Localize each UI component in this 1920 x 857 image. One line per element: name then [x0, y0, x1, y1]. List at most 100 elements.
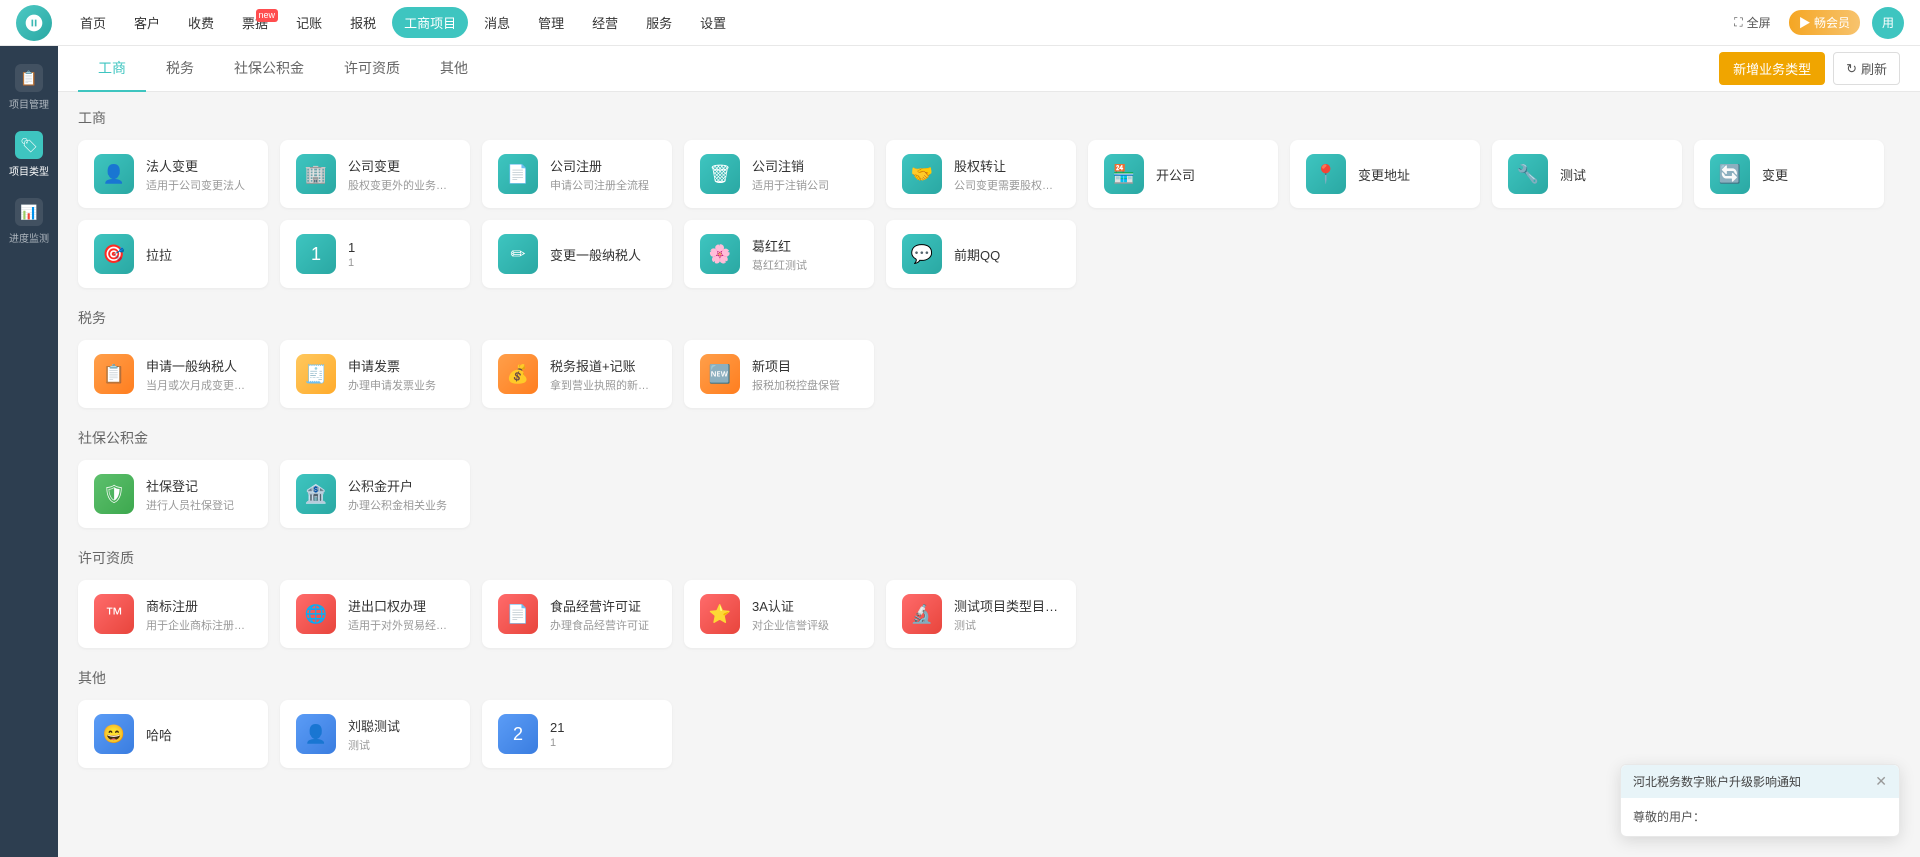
notification-popup: 河北税务数字账户升级影响通知 ✕ 尊敬的用户：: [1620, 764, 1900, 837]
nav-item-首页[interactable]: 首页: [68, 7, 118, 38]
subtab-工商[interactable]: 工商: [78, 46, 146, 92]
card-info: 变更一般纳税人: [550, 245, 656, 264]
app-logo: [16, 5, 52, 41]
card-gongshang-10[interactable]: 1 1 1: [280, 220, 470, 288]
nav-item-服务[interactable]: 服务: [634, 7, 684, 38]
card-info: 新项目 报税加税控盘保管: [752, 356, 858, 393]
notif-close-button[interactable]: ✕: [1875, 773, 1887, 790]
card-icon: 🌐: [296, 594, 336, 634]
section-qita: 其他 😄 哈哈 👤 刘聪测试 测试 2 21 1: [78, 668, 1900, 768]
subtab-社保公积金[interactable]: 社保公积金: [214, 46, 324, 92]
sidebar-label: 项目管理: [9, 96, 49, 111]
card-gongshang-0[interactable]: 👤 法人变更 适用于公司变更法人: [78, 140, 268, 208]
subtab-其他[interactable]: 其他: [420, 46, 488, 92]
card-shuiwu-1[interactable]: 🧾 申请发票 办理申请发票业务: [280, 340, 470, 408]
add-type-button[interactable]: 新增业务类型: [1719, 52, 1825, 85]
card-xuke-3[interactable]: ⭐ 3A认证 对企业信誉评级: [684, 580, 874, 648]
cards-grid-qita: 😄 哈哈 👤 刘聪测试 测试 2 21 1: [78, 700, 1900, 768]
nav-item-消息[interactable]: 消息: [472, 7, 522, 38]
card-info: 申请一般纳税人 当月或次月成变更完成: [146, 356, 252, 393]
sidebar-item-项目管理[interactable]: 📋 项目管理: [0, 56, 58, 119]
card-xuke-1[interactable]: 🌐 进出口权办理 适用于对外贸易经营者: [280, 580, 470, 648]
subtabs-actions: 新增业务类型 ↻ 刷新: [1719, 52, 1900, 85]
subtab-许可资质[interactable]: 许可资质: [324, 46, 420, 92]
card-gongshang-9[interactable]: 🎯 拉拉: [78, 220, 268, 288]
card-info: 食品经营许可证 办理食品经营许可证: [550, 596, 656, 633]
card-info: 法人变更 适用于公司变更法人: [146, 156, 252, 193]
card-desc: 测试: [348, 737, 454, 753]
badge-new: new: [256, 9, 279, 22]
sidebar-item-进度监测[interactable]: 📊 进度监测: [0, 190, 58, 253]
section-gongshang: 工商 👤 法人变更 适用于公司变更法人 🏢 公司变更 股权变更外的业务变更 📄 …: [78, 108, 1900, 288]
card-shebao-1[interactable]: 🏦 公积金开户 办理公积金相关业务: [280, 460, 470, 528]
nav-item-经营[interactable]: 经营: [580, 7, 630, 38]
card-qita-2[interactable]: 2 21 1: [482, 700, 672, 768]
card-desc: 1: [550, 737, 656, 749]
card-info: 社保登记 进行人员社保登记: [146, 476, 252, 513]
card-xuke-0[interactable]: ™ 商标注册 用于企业商标注册服务: [78, 580, 268, 648]
card-gongshang-3[interactable]: 🗑 公司注销 适用于注销公司: [684, 140, 874, 208]
sidebar-icon: 📋: [15, 64, 43, 92]
card-info: 股权转让 公司变更需要股权转让: [954, 156, 1060, 193]
card-icon: 🎯: [94, 234, 134, 274]
card-gongshang-6[interactable]: 📍 变更地址: [1290, 140, 1480, 208]
refresh-button[interactable]: ↻ 刷新: [1833, 52, 1900, 85]
card-gongshang-1[interactable]: 🏢 公司变更 股权变更外的业务变更: [280, 140, 470, 208]
card-gongshang-8[interactable]: 🔄 变更: [1694, 140, 1884, 208]
card-gongshang-12[interactable]: 🌸 葛红红 葛红红测试: [684, 220, 874, 288]
nav-item-设置[interactable]: 设置: [688, 7, 738, 38]
page-content: 工商 👤 法人变更 适用于公司变更法人 🏢 公司变更 股权变更外的业务变更 📄 …: [58, 92, 1920, 804]
card-gongshang-13[interactable]: 💬 前期QQ: [886, 220, 1076, 288]
nav-item-管理[interactable]: 管理: [526, 7, 576, 38]
user-avatar[interactable]: 用: [1872, 7, 1904, 39]
card-info: 公司注销 适用于注销公司: [752, 156, 858, 193]
card-icon: 📋: [94, 354, 134, 394]
card-name: 哈哈: [146, 725, 252, 744]
card-gongshang-4[interactable]: 🤝 股权转让 公司变更需要股权转让: [886, 140, 1076, 208]
card-desc: 测试: [954, 617, 1060, 633]
card-info: 开公司: [1156, 165, 1262, 184]
card-info: 变更: [1762, 165, 1868, 184]
card-gongshang-7[interactable]: 🔧 测试: [1492, 140, 1682, 208]
card-icon: 👤: [296, 714, 336, 754]
card-desc: 葛红红测试: [752, 257, 858, 273]
card-desc: 报税加税控盘保管: [752, 377, 858, 393]
subtabs-bar: 工商税务社保公积金许可资质其他 新增业务类型 ↻ 刷新: [58, 46, 1920, 92]
card-shuiwu-0[interactable]: 📋 申请一般纳税人 当月或次月成变更完成: [78, 340, 268, 408]
vip-button[interactable]: ▶ 畅会员: [1789, 10, 1860, 35]
card-shuiwu-3[interactable]: 🆕 新项目 报税加税控盘保管: [684, 340, 874, 408]
nav-item-票据[interactable]: 票据new: [230, 7, 280, 38]
card-gongshang-5[interactable]: 🏪 开公司: [1088, 140, 1278, 208]
card-info: 21 1: [550, 720, 656, 749]
card-name: 进出口权办理: [348, 596, 454, 615]
card-info: 商标注册 用于企业商标注册服务: [146, 596, 252, 633]
nav-item-客户[interactable]: 客户: [122, 7, 172, 38]
card-xuke-2[interactable]: 📄 食品经营许可证 办理食品经营许可证: [482, 580, 672, 648]
card-shuiwu-2[interactable]: 💰 税务报道+记账 拿到营业执照的新公司: [482, 340, 672, 408]
card-icon: 💬: [902, 234, 942, 274]
nav-item-报税[interactable]: 报税: [338, 7, 388, 38]
card-name: 葛红红: [752, 236, 858, 255]
card-shebao-0[interactable]: 🛡 社保登记 进行人员社保登记: [78, 460, 268, 528]
nav-item-工商项目[interactable]: 工商项目: [392, 7, 468, 38]
card-info: 1 1: [348, 240, 454, 269]
fullscreen-icon: ⛶: [1734, 15, 1742, 30]
section-title-gongshang: 工商: [78, 108, 1900, 128]
card-info: 公司注册 申请公司注册全流程: [550, 156, 656, 193]
card-icon: 🌸: [700, 234, 740, 274]
card-gongshang-2[interactable]: 📄 公司注册 申请公司注册全流程: [482, 140, 672, 208]
card-xuke-4[interactable]: 🔬 测试项目类型目定义 测试: [886, 580, 1076, 648]
sidebar-item-项目类型[interactable]: 🏷 项目类型: [0, 123, 58, 186]
nav-item-收费[interactable]: 收费: [176, 7, 226, 38]
card-gongshang-11[interactable]: ✏ 变更一般纳税人: [482, 220, 672, 288]
subtab-税务[interactable]: 税务: [146, 46, 214, 92]
fullscreen-button[interactable]: ⛶ 全屏: [1728, 10, 1776, 35]
card-icon: 😄: [94, 714, 134, 754]
nav-item-记账[interactable]: 记账: [284, 7, 334, 38]
card-icon: 📄: [498, 594, 538, 634]
card-qita-0[interactable]: 😄 哈哈: [78, 700, 268, 768]
card-icon: ⭐: [700, 594, 740, 634]
card-desc: 拿到营业执照的新公司: [550, 377, 656, 393]
card-desc: 办理公积金相关业务: [348, 497, 454, 513]
card-qita-1[interactable]: 👤 刘聪测试 测试: [280, 700, 470, 768]
